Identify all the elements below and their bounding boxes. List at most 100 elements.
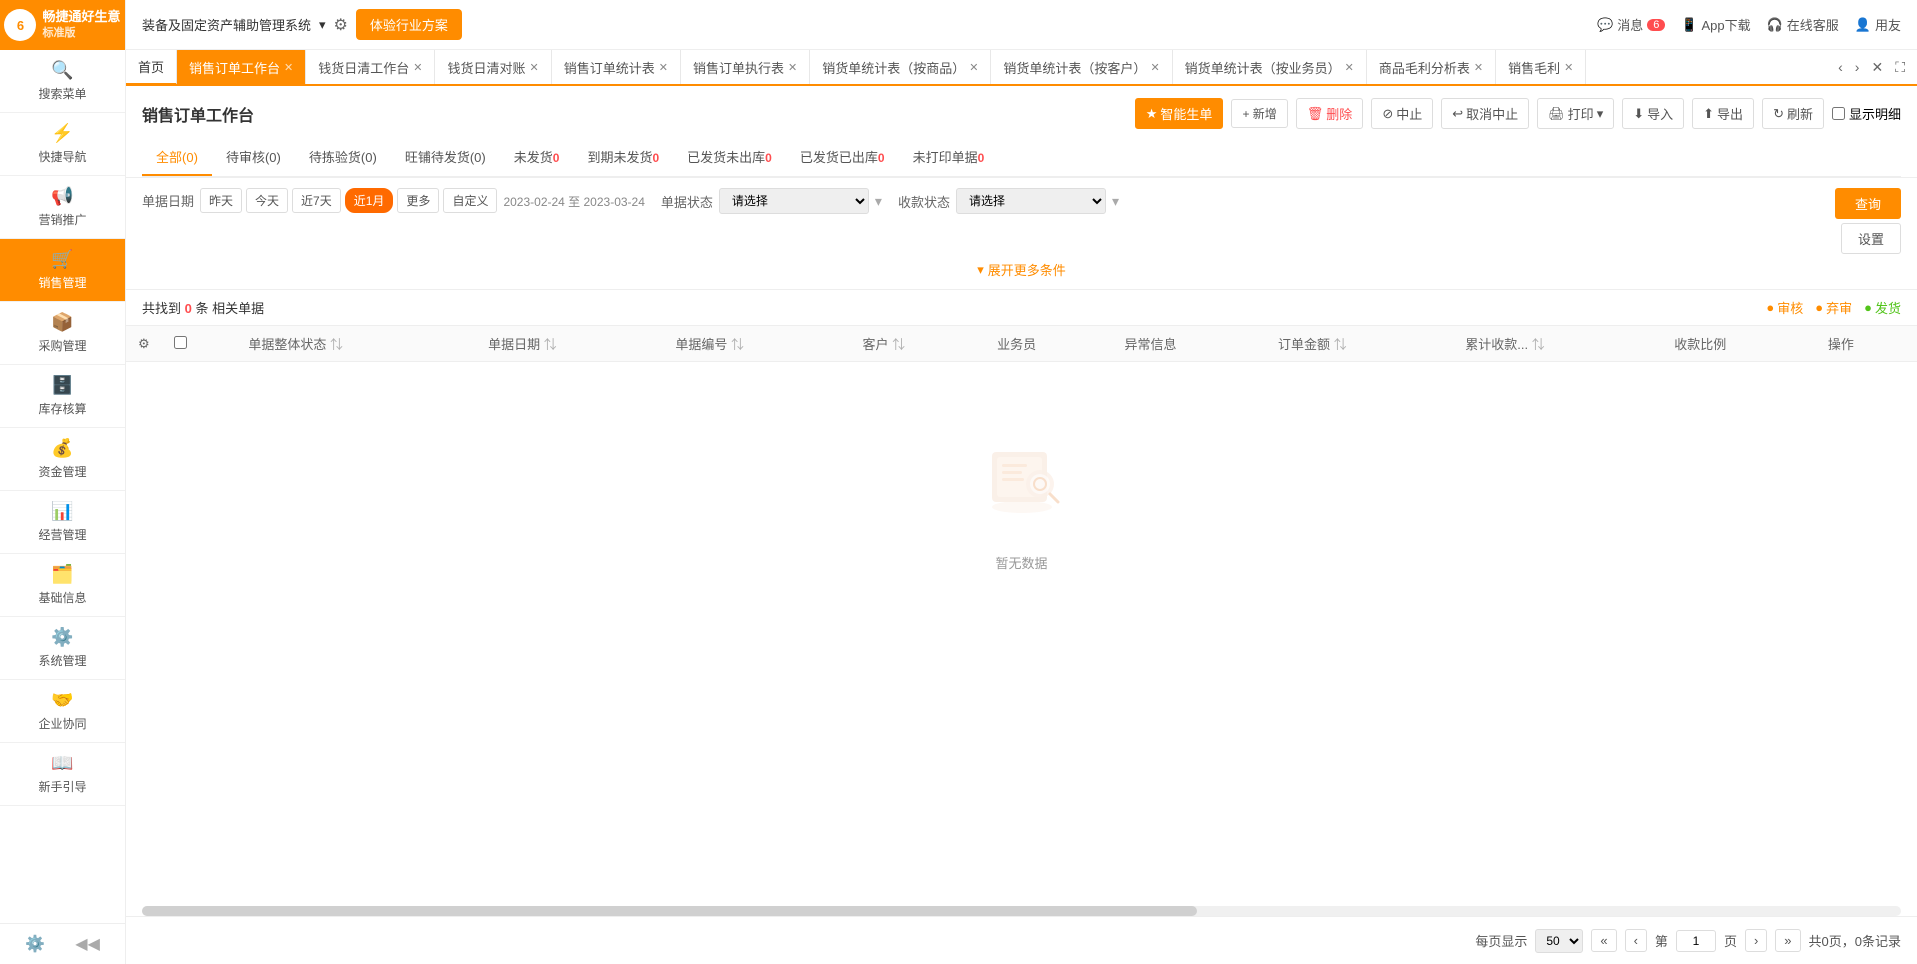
th-staff[interactable]: 业务员 xyxy=(985,326,1112,362)
online-service-btn[interactable]: 🎧 在线客服 xyxy=(1767,15,1839,34)
sidebar-item-quick-nav[interactable]: ⚡ 快捷导航 xyxy=(0,113,125,176)
tab-next-btn[interactable]: › xyxy=(1851,57,1864,77)
delete-btn[interactable]: 🗑 删除 xyxy=(1296,98,1364,129)
th-customer[interactable]: 客户 ⇅ xyxy=(851,326,986,362)
more-btn[interactable]: 更多 xyxy=(397,188,439,213)
sidebar-item-sales[interactable]: 🛒 销售管理 xyxy=(0,239,125,302)
last-page-btn[interactable]: » xyxy=(1775,929,1800,952)
sidebar-item-finance[interactable]: 💰 资金管理 xyxy=(0,428,125,491)
industry-btn[interactable]: 体验行业方案 xyxy=(356,9,462,40)
refresh-btn[interactable]: ↻ 刷新 xyxy=(1762,98,1824,129)
tab-cash-daily[interactable]: 钱货日清工作台 ✕ xyxy=(306,50,435,85)
sub-tab-not-printed[interactable]: 未打印单据0 xyxy=(899,139,999,176)
app-download-btn[interactable]: 📱 App下载 xyxy=(1681,15,1750,34)
collapse-sidebar-btn[interactable]: ◀◀ xyxy=(75,934,100,954)
sidebar-item-marketing[interactable]: 📢 营销推广 xyxy=(0,176,125,239)
sidebar-item-enterprise[interactable]: 🤝 企业协同 xyxy=(0,680,125,743)
th-abnormal[interactable]: 异常信息 xyxy=(1112,326,1266,362)
status-dropdown-icon[interactable]: ▾ xyxy=(875,193,882,210)
sub-tab-not-shipped[interactable]: 未发货0 xyxy=(500,139,574,176)
th-date[interactable]: 单据日期 ⇅ xyxy=(476,326,663,362)
settings-bottom-btn[interactable]: ⚙️ xyxy=(25,934,45,954)
prev-page-btn[interactable]: ‹ xyxy=(1625,929,1647,952)
th-number[interactable]: 单据编号 ⇅ xyxy=(663,326,850,362)
next-page-btn[interactable]: › xyxy=(1745,929,1767,952)
message-btn[interactable]: 💬 消息 6 xyxy=(1597,15,1665,34)
first-page-btn[interactable]: « xyxy=(1591,929,1616,952)
sidebar-item-inventory[interactable]: 🗄️ 库存核算 xyxy=(0,365,125,428)
show-detail-checkbox[interactable] xyxy=(1832,107,1845,120)
export-btn[interactable]: ⬆ 导出 xyxy=(1692,98,1754,129)
sidebar-item-system[interactable]: ⚙️ 系统管理 xyxy=(0,617,125,680)
sub-tab-wangpu[interactable]: 旺铺待发货(0) xyxy=(391,139,500,176)
sub-tab-shipped-warehoused[interactable]: 已发货已出库0 xyxy=(786,139,899,176)
custom-btn[interactable]: 自定义 xyxy=(443,188,497,213)
sub-tab-pending-inspect[interactable]: 待拣验货(0) xyxy=(295,139,391,176)
th-amount[interactable]: 订单金额 ⇅ xyxy=(1266,326,1453,362)
print-btn[interactable]: 🖨 打印 ▾ xyxy=(1537,98,1614,129)
smart-create-btn[interactable]: ★ 智能生单 xyxy=(1135,98,1224,129)
cancel-review-action-btn[interactable]: ● 弃审 xyxy=(1815,298,1852,317)
receipt-dropdown-icon[interactable]: ▾ xyxy=(1112,193,1119,210)
import-btn[interactable]: ⬇ 导入 xyxy=(1622,98,1684,129)
tab-fullscreen-btn[interactable]: ⛶ xyxy=(1891,57,1909,78)
add-btn[interactable]: + 新增 xyxy=(1231,99,1287,128)
tab-close-icon[interactable]: ✕ xyxy=(1150,61,1159,74)
yesterday-btn[interactable]: 昨天 xyxy=(200,188,242,213)
stop-btn[interactable]: ⊘ 中止 xyxy=(1371,98,1433,129)
tab-sales-workbench[interactable]: 销售订单工作台 ✕ xyxy=(177,50,306,85)
tab-close-icon[interactable]: ✕ xyxy=(1564,61,1573,74)
th-received[interactable]: 累计收款... ⇅ xyxy=(1453,326,1662,362)
th-status[interactable]: 单据整体状态 ⇅ xyxy=(236,326,476,362)
tab-sales-stats-customer[interactable]: 销货单统计表（按客户） ✕ xyxy=(991,50,1172,85)
tab-close-icon[interactable]: ✕ xyxy=(1345,61,1354,74)
topbar-settings-icon[interactable]: ⚙ xyxy=(334,15,348,35)
tab-close-icon[interactable]: ✕ xyxy=(530,61,539,74)
tab-close-icon[interactable]: ✕ xyxy=(284,61,293,74)
tab-close-icon[interactable]: ✕ xyxy=(788,61,797,74)
receipt-select[interactable]: 请选择 xyxy=(956,188,1106,214)
table-scroll[interactable]: ⚙ 单据整体状态 ⇅ 单据日期 ⇅ 单据编号 ⇅ 客户 ⇅ 业务员 异常信息 订… xyxy=(126,326,1917,906)
sidebar-item-basic[interactable]: 🗂️ 基础信息 xyxy=(0,554,125,617)
scrollbar-thumb[interactable] xyxy=(142,906,1197,916)
today-btn[interactable]: 今天 xyxy=(246,188,288,213)
tab-sales-profit[interactable]: 销售毛利 ✕ xyxy=(1496,50,1586,85)
sidebar-item-operations[interactable]: 📊 经营管理 xyxy=(0,491,125,554)
show-detail-toggle[interactable]: 显示明细 xyxy=(1832,104,1901,123)
tab-close-icon[interactable]: ✕ xyxy=(659,61,668,74)
th-ratio[interactable]: 收款比例 xyxy=(1662,326,1816,362)
ship-action-btn[interactable]: ● 发货 xyxy=(1864,298,1901,317)
tab-sales-exec[interactable]: 销售订单执行表 ✕ xyxy=(681,50,810,85)
tab-cash-reconcile[interactable]: 钱货日清对账 ✕ xyxy=(435,50,551,85)
status-select[interactable]: 请选择 xyxy=(719,188,869,214)
tab-sales-stats-product[interactable]: 销货单统计表（按商品） ✕ xyxy=(810,50,991,85)
page-input[interactable] xyxy=(1676,930,1716,952)
cancel-stop-btn[interactable]: ↩ 取消中止 xyxy=(1441,98,1529,129)
app-title-dropdown[interactable]: ▾ xyxy=(319,17,326,33)
sub-tab-expired-not-shipped[interactable]: 到期未发货0 xyxy=(573,139,673,176)
tab-close-icon[interactable]: ✕ xyxy=(1474,61,1483,74)
tab-home[interactable]: 首页 xyxy=(126,50,177,85)
tab-close-icon[interactable]: ✕ xyxy=(969,61,978,74)
th-settings[interactable]: ⚙ xyxy=(126,326,162,362)
tab-sales-stats-staff[interactable]: 销货单统计表（按业务员） ✕ xyxy=(1173,50,1367,85)
last-month-btn[interactable]: 近1月 xyxy=(345,188,394,213)
user-btn[interactable]: 👤 用友 xyxy=(1855,15,1901,34)
sidebar-item-search[interactable]: 🔍 搜索菜单 xyxy=(0,50,125,113)
per-page-select[interactable]: 50 xyxy=(1535,929,1583,953)
select-all-checkbox[interactable] xyxy=(174,336,187,349)
sub-tab-pending-review[interactable]: 待审核(0) xyxy=(212,139,295,176)
settings-btn[interactable]: 设置 xyxy=(1841,223,1901,254)
horizontal-scrollbar[interactable] xyxy=(142,906,1901,916)
last7-btn[interactable]: 近7天 xyxy=(292,188,341,213)
review-action-btn[interactable]: ● 审核 xyxy=(1766,298,1803,317)
sub-tab-shipped-not-warehouse[interactable]: 已发货未出库0 xyxy=(673,139,786,176)
sidebar-item-purchase[interactable]: 📦 采购管理 xyxy=(0,302,125,365)
sidebar-item-guide[interactable]: 📖 新手引导 xyxy=(0,743,125,806)
tab-sales-stats[interactable]: 销售订单统计表 ✕ xyxy=(552,50,681,85)
th-checkbox[interactable] xyxy=(162,326,237,362)
query-btn[interactable]: 查询 xyxy=(1835,188,1901,219)
tab-close-icon[interactable]: ✕ xyxy=(413,61,422,74)
tab-prev-btn[interactable]: ‹ xyxy=(1834,57,1847,77)
tab-close-all-btn[interactable]: ✕ xyxy=(1867,57,1887,78)
